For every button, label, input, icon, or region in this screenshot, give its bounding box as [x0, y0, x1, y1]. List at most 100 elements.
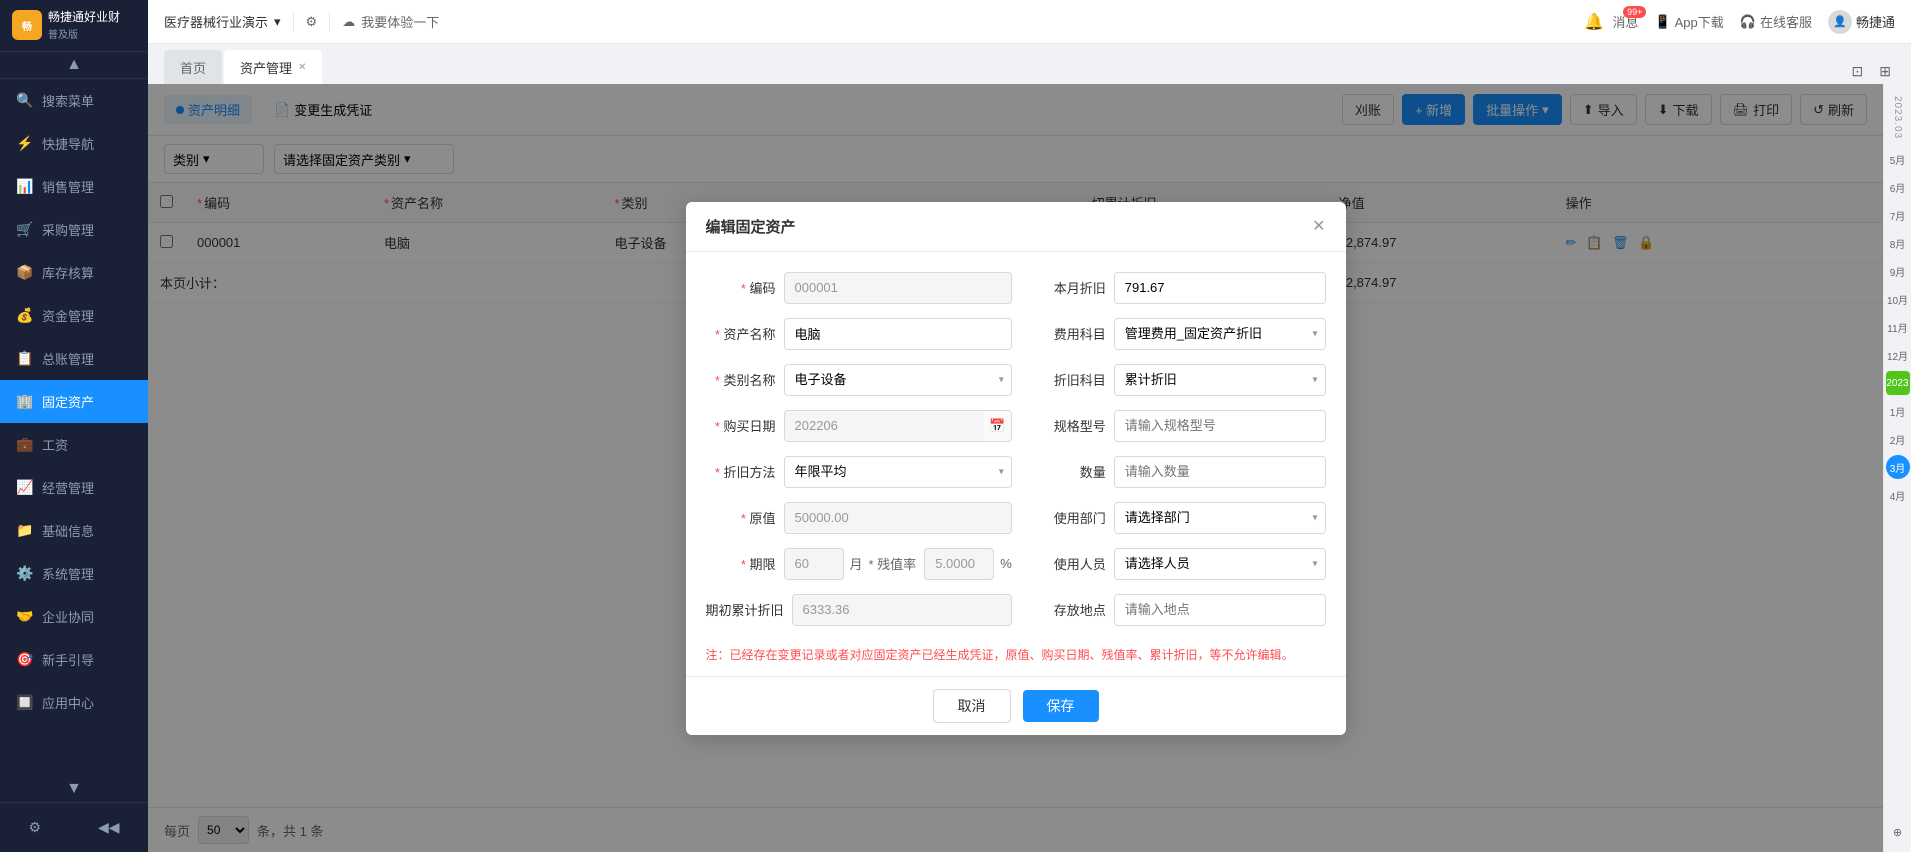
month-2[interactable]: 2月 — [1886, 427, 1910, 451]
app-download-button[interactable]: 📱 App下载 — [1654, 12, 1723, 31]
expense-account-select[interactable]: 管理费用_固定资产折旧 — [1114, 318, 1326, 350]
fixed-assets-icon: 🏢 — [16, 392, 34, 410]
cancel-button[interactable]: 取消 — [933, 689, 1011, 723]
notification-button[interactable]: 🔔 99+ 消息 — [1584, 12, 1638, 32]
initial-accumulated-label: 期初累计折旧 — [706, 600, 784, 619]
calendar-icon[interactable]: 📅 — [984, 410, 1012, 442]
purchase-date-wrapper: 📅 — [784, 410, 1012, 442]
system-icon: ⚙️ — [16, 564, 34, 582]
month-7[interactable]: 7月 — [1886, 203, 1910, 227]
experience-button[interactable]: ☁ 我要体验一下 — [342, 12, 439, 31]
bell-icon: 🔔 — [1584, 14, 1604, 31]
ledger-icon: 📋 — [16, 349, 34, 367]
location-input[interactable] — [1114, 594, 1326, 626]
residual-rate-input[interactable] — [924, 548, 994, 580]
sidebar-item-search[interactable]: 🔍 搜索菜单 — [0, 79, 148, 122]
tab-restore-button[interactable]: ⊡ — [1848, 59, 1868, 84]
tab-home[interactable]: 首页 — [164, 50, 222, 84]
dep-method-label: 折旧方法 — [706, 462, 776, 481]
username: 畅捷通 — [1856, 12, 1895, 31]
user-profile[interactable]: 👤 畅捷通 — [1828, 10, 1895, 34]
month-6[interactable]: 6月 — [1886, 175, 1910, 199]
right-sidebar-expand[interactable]: ⊕ — [1886, 820, 1910, 844]
logo-text: 畅捷通好业财 普及版 — [48, 10, 120, 41]
original-value-input[interactable] — [784, 502, 1012, 534]
topbar-right: 🔔 99+ 消息 📱 App下载 🎧 在线客服 👤 畅捷通 — [1584, 10, 1895, 34]
form-row-location: 存放地点 — [1036, 594, 1326, 626]
department-select[interactable]: 请选择部门 — [1114, 502, 1326, 534]
month-3-current[interactable]: 3月 — [1886, 455, 1910, 479]
user-select[interactable]: 请选择人员 — [1114, 548, 1326, 580]
sidebar-item-finance[interactable]: 💰 资金管理 — [0, 294, 148, 337]
initial-accumulated-input[interactable] — [792, 594, 1012, 626]
period-input[interactable] — [784, 548, 844, 580]
form-row-monthly-dep: 本月折旧 — [1036, 272, 1326, 304]
sidebar-item-base-info[interactable]: 📁 基础信息 — [0, 509, 148, 552]
quantity-input[interactable] — [1114, 456, 1326, 488]
guide-icon: 🎯 — [16, 650, 34, 668]
search-icon: 🔍 — [16, 91, 34, 109]
sidebar-item-guide[interactable]: 🎯 新手引导 — [0, 638, 148, 681]
code-input[interactable] — [784, 272, 1012, 304]
dep-account-select-wrapper: 累计折旧 ▾ — [1114, 364, 1326, 396]
department-select-wrapper: 请选择部门 ▾ — [1114, 502, 1326, 534]
sidebar-item-inventory[interactable]: 📦 库存核算 — [0, 251, 148, 294]
month-8[interactable]: 8月 — [1886, 231, 1910, 255]
purchase-date-input[interactable] — [784, 410, 984, 442]
form-row-code: 编码 — [706, 272, 1012, 304]
sidebar-item-cooperation[interactable]: 🤝 企业协同 — [0, 595, 148, 638]
month-9[interactable]: 9月 — [1886, 259, 1910, 283]
monthly-dep-input[interactable] — [1114, 272, 1326, 304]
period-unit: 月 — [850, 554, 863, 573]
edit-asset-modal: 编辑固定资产 ✕ 编码 — [686, 202, 1346, 735]
spec-input[interactable] — [1114, 410, 1326, 442]
year-2023[interactable]: 2023 — [1886, 371, 1910, 395]
month-1[interactable]: 1月 — [1886, 399, 1910, 423]
sidebar-settings-button[interactable]: ⚙ — [22, 813, 47, 842]
dep-account-select[interactable]: 累计折旧 — [1114, 364, 1326, 396]
month-4[interactable]: 4月 — [1886, 483, 1910, 507]
period-wrapper: 月 * 残值率 % — [784, 548, 1012, 580]
form-row-original-value: 原值 — [706, 502, 1012, 534]
asset-name-input[interactable] — [784, 318, 1012, 350]
modal-close-button[interactable]: ✕ — [1312, 216, 1325, 236]
expense-account-label: 费用科目 — [1036, 324, 1106, 343]
sidebar-scroll-down[interactable]: ▼ — [0, 776, 148, 802]
month-11[interactable]: 11月 — [1886, 315, 1910, 339]
sidebar-collapse-button[interactable]: ◀◀ — [92, 813, 126, 842]
sidebar-item-system[interactable]: ⚙️ 系统管理 — [0, 552, 148, 595]
online-service-button[interactable]: 🎧 在线客服 — [1740, 12, 1812, 31]
percent-unit: % — [1000, 556, 1012, 571]
category-select[interactable]: 电子设备 — [784, 364, 1012, 396]
sidebar-item-quick-nav[interactable]: ⚡ 快捷导航 — [0, 122, 148, 165]
month-12[interactable]: 12月 — [1886, 343, 1910, 367]
dep-method-select[interactable]: 年限平均 — [784, 456, 1012, 488]
sidebar-item-purchase[interactable]: 🛒 采购管理 — [0, 208, 148, 251]
sidebar-item-payroll[interactable]: 💼 工资 — [0, 423, 148, 466]
purchase-icon: 🛒 — [16, 220, 34, 238]
code-label: 编码 — [706, 278, 776, 297]
location-label: 存放地点 — [1036, 600, 1106, 619]
sidebar-scroll-up[interactable]: ▲ — [0, 52, 148, 79]
user-select-wrapper: 请选择人员 ▾ — [1114, 548, 1326, 580]
sidebar-item-ledger[interactable]: 📋 总账管理 — [0, 337, 148, 380]
form-row-period: 期限 月 * 残值率 % — [706, 548, 1012, 580]
tab-close-icon[interactable]: ✕ — [298, 62, 306, 73]
form-row-initial-accumulated: 期初累计折旧 — [706, 594, 1012, 626]
month-5[interactable]: 5月 — [1886, 147, 1910, 171]
company-selector[interactable]: 医疗器械行业演示 ▾ — [164, 12, 281, 31]
form-row-dep-account: 折旧科目 累计折旧 ▾ — [1036, 364, 1326, 396]
gear-icon: ⚙ — [306, 14, 318, 30]
category-select-wrapper: 电子设备 ▾ — [784, 364, 1012, 396]
sidebar-item-operations[interactable]: 📈 经营管理 — [0, 466, 148, 509]
tab-asset-management[interactable]: 资产管理 ✕ — [224, 50, 322, 84]
month-10[interactable]: 10月 — [1886, 287, 1910, 311]
tab-expand-button[interactable]: ⊞ — [1875, 59, 1895, 84]
save-button[interactable]: 保存 — [1023, 690, 1099, 722]
inventory-icon: 📦 — [16, 263, 34, 281]
sidebar-item-fixed-assets[interactable]: 🏢 固定资产 — [0, 380, 148, 423]
sidebar-item-sales[interactable]: 📊 销售管理 — [0, 165, 148, 208]
modal-header: 编辑固定资产 ✕ — [686, 202, 1346, 252]
sidebar-item-app-center[interactable]: 🔲 应用中心 — [0, 681, 148, 724]
settings-button[interactable]: ⚙ — [306, 14, 318, 30]
